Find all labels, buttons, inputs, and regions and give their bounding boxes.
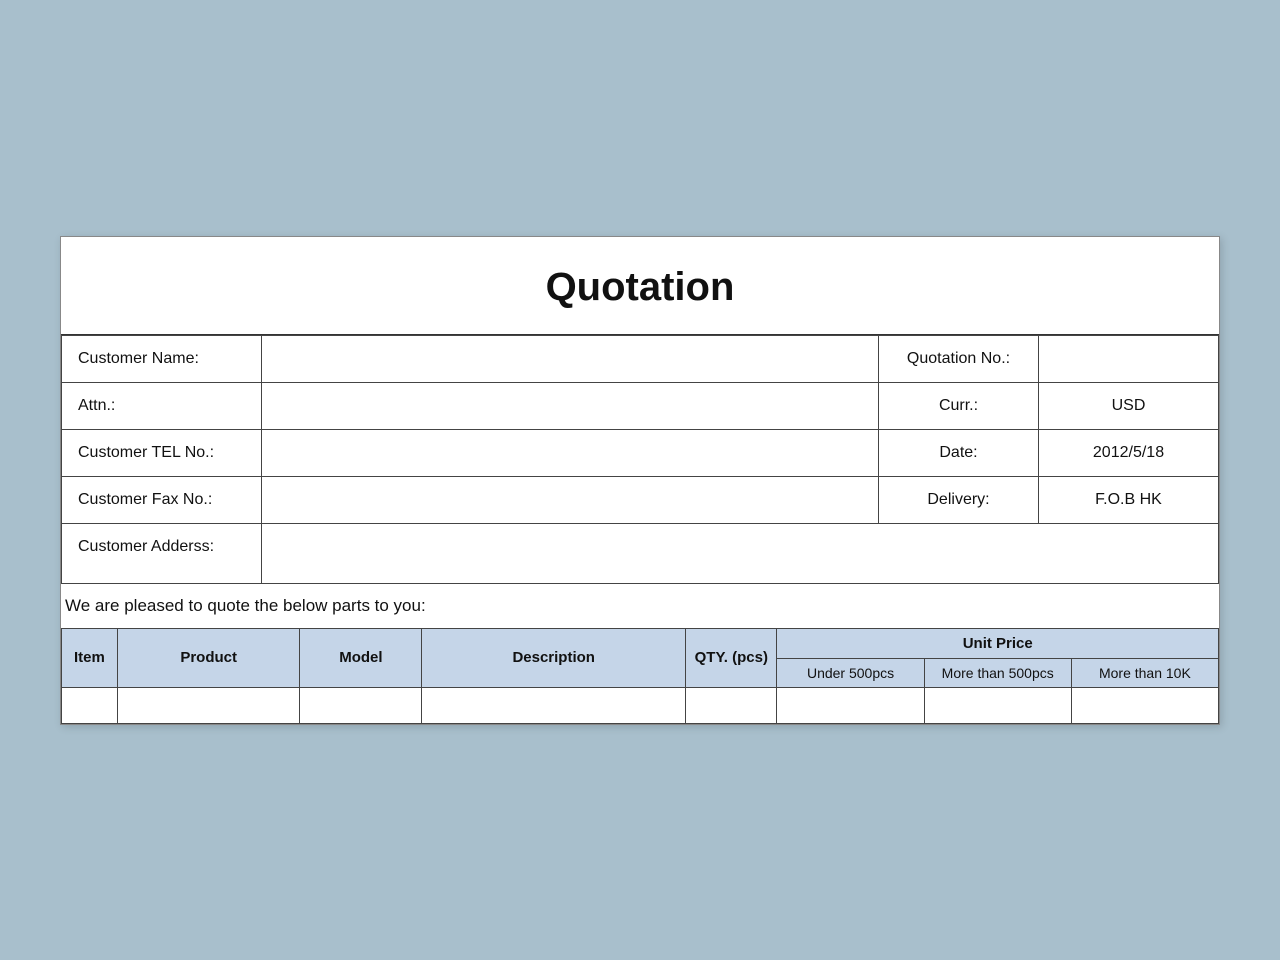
address-label: Customer Adderss: — [62, 523, 262, 583]
col-more500-header: More than 500pcs — [924, 658, 1071, 687]
info-row-1: Customer Name: Quotation No.: — [62, 335, 1219, 382]
attn-value — [262, 382, 879, 429]
info-row-2: Attn.: Curr.: USD — [62, 382, 1219, 429]
quote-intro: We are pleased to quote the below parts … — [61, 584, 1219, 628]
row-under500 — [777, 687, 924, 723]
customer-name-label: Customer Name: — [62, 335, 262, 382]
info-row-4: Customer Fax No.: Delivery: F.O.B HK — [62, 476, 1219, 523]
fax-value — [262, 476, 879, 523]
info-row-3: Customer TEL No.: Date: 2012/5/18 — [62, 429, 1219, 476]
quotation-no-label: Quotation No.: — [879, 335, 1039, 382]
row-description — [422, 687, 686, 723]
table-row — [62, 687, 1219, 723]
curr-label: Curr.: — [879, 382, 1039, 429]
col-description-header: Description — [422, 628, 686, 687]
row-item — [62, 687, 118, 723]
row-product — [117, 687, 300, 723]
info-row-address: Customer Adderss: — [62, 523, 1219, 583]
delivery-value: F.O.B HK — [1039, 476, 1219, 523]
items-table: Item Product Model Description QTY. (pcs… — [61, 628, 1219, 724]
document-title: Quotation — [71, 265, 1209, 310]
row-model — [300, 687, 422, 723]
col-unit-price-header: Unit Price — [777, 628, 1219, 658]
info-table: Customer Name: Quotation No.: Attn.: Cur… — [61, 335, 1219, 584]
delivery-label: Delivery: — [879, 476, 1039, 523]
col-model-header: Model — [300, 628, 422, 687]
curr-value: USD — [1039, 382, 1219, 429]
document: Quotation Customer Name: Quotation No.: … — [60, 236, 1220, 725]
col-item-header: Item — [62, 628, 118, 687]
quotation-no-value — [1039, 335, 1219, 382]
document-title-row: Quotation — [61, 237, 1219, 335]
date-label: Date: — [879, 429, 1039, 476]
attn-label: Attn.: — [62, 382, 262, 429]
col-under500-header: Under 500pcs — [777, 658, 924, 687]
tel-value — [262, 429, 879, 476]
col-more10k-header: More than 10K — [1071, 658, 1218, 687]
row-more10k — [1071, 687, 1218, 723]
address-value — [262, 523, 1219, 583]
customer-name-value — [262, 335, 879, 382]
fax-label: Customer Fax No.: — [62, 476, 262, 523]
row-qty — [686, 687, 777, 723]
col-qty-header: QTY. (pcs) — [686, 628, 777, 687]
date-value: 2012/5/18 — [1039, 429, 1219, 476]
items-header-row-1: Item Product Model Description QTY. (pcs… — [62, 628, 1219, 658]
col-product-header: Product — [117, 628, 300, 687]
tel-label: Customer TEL No.: — [62, 429, 262, 476]
row-more500 — [924, 687, 1071, 723]
